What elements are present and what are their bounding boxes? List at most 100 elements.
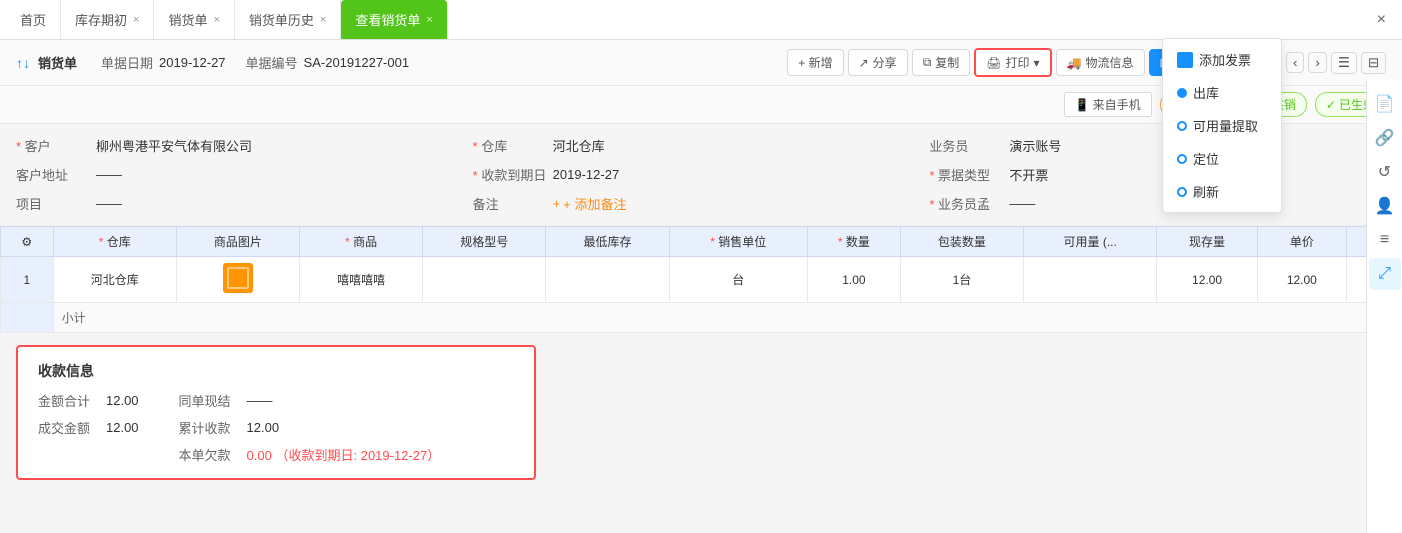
receipt-col-right: 同单现结 —— 累计收款 12.00 本单欠款 0.00 （收款到期日: 201… <box>179 391 441 464</box>
add-note-button[interactable]: + + 添加备注 <box>553 194 627 213</box>
warehouse-value: 河北仓库 <box>553 136 930 155</box>
menu-available-extract[interactable]: 可用量提取 <box>1163 109 1281 142</box>
tab-sales-history[interactable]: 销货单历史 × <box>235 0 341 39</box>
cumulative-receipt-label: 累计收款 <box>179 418 239 437</box>
col-warehouse: 仓库 <box>53 227 176 257</box>
receipt-rows: 金额合计 12.00 成交金额 12.00 同单现结 —— 累计收款 12.00 <box>38 391 514 464</box>
transaction-amount-value: 12.00 <box>106 420 139 435</box>
print-button[interactable]: 🖨 打印 ▾ <box>974 48 1051 77</box>
prev-button[interactable]: ‹ <box>1286 52 1304 73</box>
address-label: 客户地址 <box>16 165 96 184</box>
col-product: 商品 <box>299 227 422 257</box>
tab-close-sales[interactable]: × <box>213 14 219 26</box>
customer-label: 客户 <box>16 136 96 155</box>
note-label: 备注 <box>473 194 553 213</box>
customer-field: 客户 柳州粤港平安气体有限公司 <box>16 136 473 155</box>
from-phone-button[interactable]: 📱 来自手机 <box>1064 92 1152 117</box>
menu-refresh[interactable]: 刷新 <box>1163 175 1281 208</box>
tab-sales-order[interactable]: 销货单 × <box>154 0 234 39</box>
same-order-item: 同单现结 —— <box>179 391 441 410</box>
sidebar-refresh-icon[interactable]: ↺ <box>1369 156 1401 188</box>
row-product: 嘻嘻嘻嘻 <box>299 257 422 303</box>
truck-icon: 🚚 <box>1067 56 1082 70</box>
doc-meta: 单据日期 2019-12-27 单据编号 SA-20191227-001 <box>101 53 783 72</box>
tab-bar-close-button[interactable]: × <box>1369 7 1394 33</box>
row-package-qty: 1台 <box>900 257 1023 303</box>
tab-close-inventory[interactable]: × <box>133 14 139 26</box>
customer-value: 柳州粤港平安气体有限公司 <box>96 136 473 155</box>
sidebar-doc-icon[interactable]: 📄 <box>1369 88 1401 120</box>
salesperson-label: 业务员 <box>929 136 1009 155</box>
sidebar-list-icon[interactable]: ≡ <box>1369 224 1401 256</box>
project-field: 项目 —— <box>16 194 473 213</box>
effective-icon: ✓ <box>1326 98 1336 112</box>
row-spec <box>423 257 546 303</box>
table-row: 1 河北仓库 嘻嘻嘻嘻 台 1.00 1台 12.00 12.00 0. <box>1 257 1402 303</box>
doc-number-label: 单据编号 <box>246 53 298 72</box>
logistics-button[interactable]: 🚚 物流信息 <box>1056 49 1145 76</box>
plus-icon: + <box>553 196 561 211</box>
page-wrapper: 首页 库存期初 × 销货单 × 销货单历史 × 查看销货单 × × ↑↓ 销货单… <box>0 0 1402 533</box>
refresh-icon <box>1177 187 1187 197</box>
menu-warehouse-out[interactable]: 出库 <box>1163 76 1281 109</box>
col-min-stock: 最低库存 <box>546 227 669 257</box>
phone-icon: 📱 <box>1075 98 1090 112</box>
tab-close-history[interactable]: × <box>320 14 326 26</box>
payment-date-label: 收款到期日 <box>473 165 553 184</box>
same-order-label: 同单现结 <box>179 391 239 410</box>
table-header-row: ⚙ 仓库 商品图片 商品 规格型号 最低库存 销售单位 数量 包装数量 可用量 … <box>1 227 1402 257</box>
tab-view-sales[interactable]: 查看销货单 × <box>341 0 447 39</box>
sidebar-user-icon[interactable]: 👤 <box>1369 190 1401 222</box>
row-warehouse: 河北仓库 <box>53 257 176 303</box>
tab-bar: 首页 库存期初 × 销货单 × 销货单历史 × 查看销货单 × × <box>0 0 1402 40</box>
grid-view-button[interactable]: ⊟ <box>1361 52 1386 74</box>
address-field: 客户地址 —— <box>16 165 473 184</box>
tab-home[interactable]: 首页 <box>8 0 61 39</box>
amount-total-value: 12.00 <box>106 393 139 408</box>
warehouse-field: 仓库 河北仓库 <box>473 136 930 155</box>
receipt-panel: 收款信息 金额合计 12.00 成交金额 12.00 同单现结 —— 累计收款 <box>16 345 536 480</box>
next-button[interactable]: › <box>1308 52 1326 73</box>
right-sidebar: 📄 🔗 ↺ 👤 ≡ ⤢ <box>1366 80 1402 533</box>
available-extract-icon <box>1177 121 1187 131</box>
print-dropdown-arrow: ▾ <box>1034 56 1040 70</box>
subtotal-label: 小计 <box>53 303 1401 333</box>
list-view-button[interactable]: ☰ <box>1331 52 1357 74</box>
sidebar-expand-icon[interactable]: ⤢ <box>1369 258 1401 290</box>
col-current-stock: 现存量 <box>1157 227 1257 257</box>
ticket-type-label: 票据类型 <box>929 165 1009 184</box>
share-button[interactable]: ↗ 分享 <box>848 49 908 76</box>
current-arrears-label: 本单欠款 <box>179 445 239 464</box>
project-label: 项目 <box>16 194 96 213</box>
payment-date-field: 收款到期日 2019-12-27 <box>473 165 930 184</box>
menu-locate[interactable]: 定位 <box>1163 142 1281 175</box>
row-min-stock <box>546 257 669 303</box>
copy-button[interactable]: ⧉ 复制 <box>912 49 971 76</box>
transaction-amount-label: 成交金额 <box>38 418 98 437</box>
copy-icon: ⧉ <box>923 55 932 70</box>
current-arrears-value: 0.00 （收款到期日: 2019-12-27） <box>247 445 441 464</box>
row-product-img <box>176 257 299 303</box>
tab-inventory-init[interactable]: 库存期初 × <box>61 0 154 39</box>
row-current-stock: 12.00 <box>1157 257 1257 303</box>
col-available: 可用量 (... <box>1024 227 1157 257</box>
sidebar-link-icon[interactable]: 🔗 <box>1369 122 1401 154</box>
locate-icon <box>1177 154 1187 164</box>
product-table: ⚙ 仓库 商品图片 商品 规格型号 最低库存 销售单位 数量 包装数量 可用量 … <box>0 226 1402 333</box>
address-value: —— <box>96 167 473 182</box>
biz-person-label: 业务员孟 <box>929 194 1009 213</box>
row-qty: 1.00 <box>807 257 900 303</box>
warehouse-label: 仓库 <box>473 136 553 155</box>
doc-actions: + 新增 ↗ 分享 ⧉ 复制 🖨 打印 ▾ 🚚 物流信息 ⊞ 操作 <box>787 48 1386 77</box>
col-package-qty: 包装数量 <box>900 227 1023 257</box>
new-button[interactable]: + 新增 <box>787 49 843 76</box>
cumulative-receipt-value: 12.00 <box>247 420 280 435</box>
doc-icon: ↑↓ <box>16 55 30 71</box>
menu-add-invoice[interactable]: 添加发票 <box>1163 43 1281 76</box>
print-icon: 🖨 <box>986 56 1001 70</box>
note-field: 备注 + + 添加备注 <box>473 194 930 213</box>
row-unit-price: 12.00 <box>1257 257 1346 303</box>
transaction-amount-item: 成交金额 12.00 <box>38 418 139 437</box>
col-spec: 规格型号 <box>423 227 546 257</box>
tab-close-view[interactable]: × <box>426 14 432 26</box>
